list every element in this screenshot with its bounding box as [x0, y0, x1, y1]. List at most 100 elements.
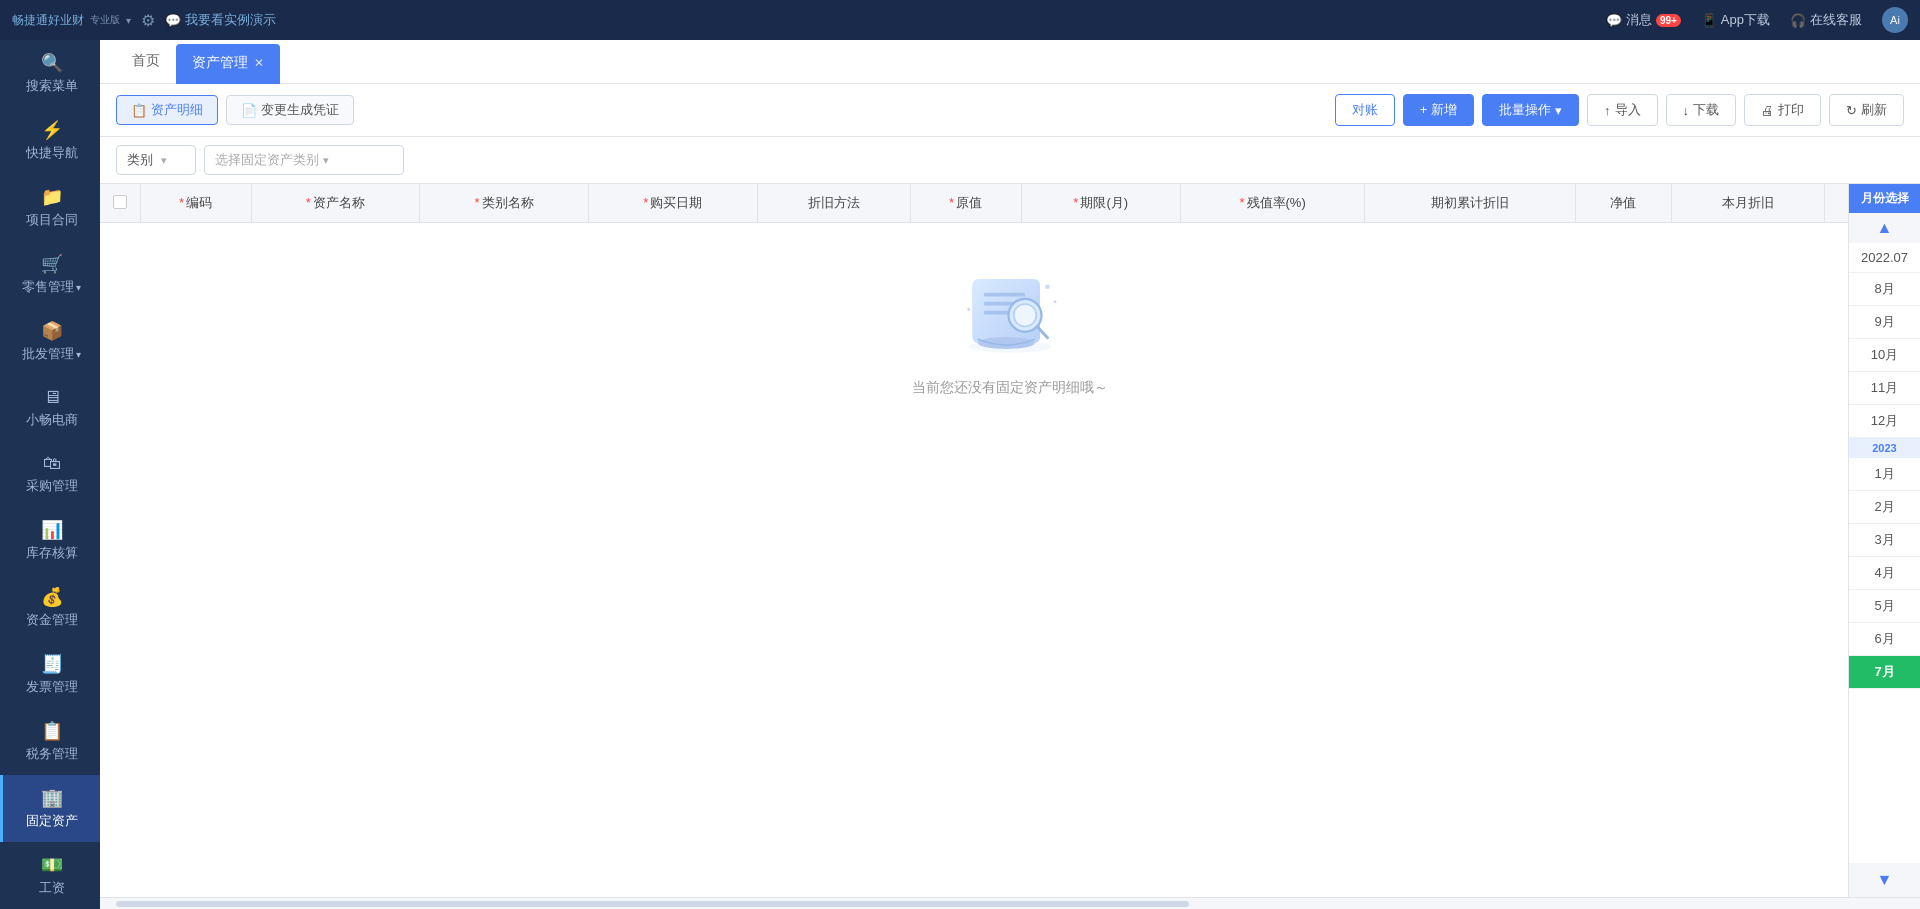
download-icon: ↓ [1683, 103, 1690, 118]
app-download-button[interactable]: 📱 App下载 [1701, 11, 1770, 29]
month-2023-tag: 2023 [1849, 438, 1920, 458]
horizontal-scrollbar[interactable] [100, 897, 1920, 909]
headset-icon: 🎧 [1790, 13, 1806, 28]
sidebar: 🔍 搜索菜单 ⚡ 快捷导航 📁 项目合同 🛒 零售管理 ▾ 📦 批发管理 ▾ [0, 40, 100, 909]
empty-state: 当前您还没有固定资产明细哦～ [100, 223, 1920, 437]
sidebar-label-search: 搜索菜单 [26, 77, 78, 95]
month-picker-year: 2022.07 [1849, 243, 1920, 273]
sub-tab-change-voucher-label: 变更生成凭证 [261, 101, 339, 119]
retail-icon: 🛒 [41, 253, 63, 275]
month-picker-panel: 月份选择 ▲ 2022.07 8月 9月 10月 11月 12月 2023 1月… [1848, 184, 1920, 897]
online-service-button[interactable]: 🎧 在线客服 [1790, 11, 1862, 29]
tab-home[interactable]: 首页 [116, 40, 176, 84]
sidebar-item-inventory[interactable]: 📊 库存核算 [0, 507, 100, 574]
month-item-2023-3[interactable]: 3月 [1849, 524, 1920, 557]
tab-asset-management[interactable]: 资产管理 ✕ [176, 44, 280, 84]
wholesale-icon: 📦 [41, 320, 63, 342]
messages-button[interactable]: 💬 消息 99+ [1606, 11, 1681, 29]
app-download-icon: 📱 [1701, 13, 1717, 28]
demo-icon: 💬 [165, 13, 181, 28]
messages-badge: 99+ [1656, 14, 1681, 27]
sidebar-item-ecommerce[interactable]: 🖥 小畅电商 [0, 375, 100, 441]
month-item-2023-7[interactable]: 7月 [1849, 656, 1920, 689]
sidebar-label-ecommerce: 小畅电商 [26, 411, 78, 429]
table-and-picker: *编码 *资产名称 *类别名称 *购买日期 折旧方法 *原值 *期限(月) *残… [100, 184, 1920, 897]
import-button[interactable]: ↑ 导入 [1587, 94, 1658, 126]
sidebar-item-search[interactable]: 🔍 搜索菜单 [0, 40, 100, 107]
batch-operations-button[interactable]: 批量操作 ▾ [1482, 94, 1579, 126]
purchase-icon: 🛍 [43, 453, 61, 474]
month-item-2023-4[interactable]: 4月 [1849, 557, 1920, 590]
sidebar-label-project: 项目合同 [26, 211, 78, 229]
tax-icon: 📋 [41, 720, 63, 742]
col-asset-name: *资产名称 [251, 184, 420, 223]
svg-point-12 [967, 308, 970, 311]
month-item-2023-1[interactable]: 1月 [1849, 458, 1920, 491]
asset-table: *编码 *资产名称 *类别名称 *购买日期 折旧方法 *原值 *期限(月) *残… [100, 184, 1920, 223]
sub-tab-asset-detail[interactable]: 📋 资产明细 [116, 95, 218, 125]
svg-rect-4 [984, 293, 1025, 297]
finance-icon: 💰 [41, 586, 63, 608]
refresh-button[interactable]: ↻ 刷新 [1829, 94, 1904, 126]
download-button[interactable]: ↓ 下载 [1666, 94, 1737, 126]
sidebar-item-quicknav[interactable]: ⚡ 快捷导航 [0, 107, 100, 174]
category-placeholder: 选择固定资产类别 [215, 151, 319, 169]
empty-illustration [950, 263, 1070, 363]
app-download-label: App下载 [1721, 11, 1770, 29]
main-layout: 🔍 搜索菜单 ⚡ 快捷导航 📁 项目合同 🛒 零售管理 ▾ 📦 批发管理 ▾ [0, 40, 1920, 909]
reconcile-button[interactable]: 对账 [1335, 94, 1395, 126]
sidebar-item-tax[interactable]: 📋 税务管理 [0, 708, 100, 775]
header-checkbox[interactable] [113, 195, 127, 209]
col-purchase-date: *购买日期 [588, 184, 757, 223]
sidebar-label-tax: 税务管理 [26, 745, 78, 763]
col-category: *类别名称 [420, 184, 589, 223]
settings-icon[interactable]: ⚙ [141, 11, 155, 30]
add-button[interactable]: + 新增 [1403, 94, 1474, 126]
sidebar-item-purchase[interactable]: 🛍 采购管理 [0, 441, 100, 507]
category-select-input[interactable]: 选择固定资产类别 ▾ [204, 145, 404, 175]
col-code: *编码 [140, 184, 251, 223]
sidebar-item-wholesale[interactable]: 📦 批发管理 ▾ [0, 308, 100, 375]
month-item-9[interactable]: 9月 [1849, 306, 1920, 339]
sidebar-item-retail[interactable]: 🛒 零售管理 ▾ [0, 241, 100, 308]
month-item-2023-6[interactable]: 6月 [1849, 623, 1920, 656]
month-item-2023-2[interactable]: 2月 [1849, 491, 1920, 524]
payroll-icon: 💵 [41, 854, 63, 876]
scrollbar-thumb[interactable] [116, 901, 1189, 907]
sidebar-item-fixed-assets[interactable]: 🏢 固定资产 [0, 775, 100, 842]
month-item-8[interactable]: 8月 [1849, 273, 1920, 306]
sidebar-label-wholesale: 批发管理 [22, 345, 74, 363]
page-content: 📋 资产明细 📄 变更生成凭证 对账 + 新增 批量操作 ▾ ↑ [100, 84, 1920, 909]
asset-detail-icon: 📋 [131, 103, 147, 118]
col-initial-depreciation: 期初累计折旧 [1365, 184, 1576, 223]
month-nav-bottom-wrap: ▼ [1849, 863, 1920, 897]
col-depreciation-method: 折旧方法 [757, 184, 910, 223]
sub-tab-change-voucher[interactable]: 📄 变更生成凭证 [226, 95, 354, 125]
category-type-label: 类别 [127, 151, 153, 169]
month-item-10[interactable]: 10月 [1849, 339, 1920, 372]
month-item-12[interactable]: 12月 [1849, 405, 1920, 438]
tab-close-icon[interactable]: ✕ [254, 56, 264, 70]
sub-tab-asset-detail-label: 资产明细 [151, 101, 203, 119]
category-type-select[interactable]: 类别 ▾ [116, 145, 196, 175]
sidebar-item-project[interactable]: 📁 项目合同 [0, 174, 100, 241]
company-dropdown-arrow: ▾ [126, 15, 131, 26]
sidebar-item-payroll[interactable]: 💵 工资 [0, 842, 100, 909]
month-nav-up-button[interactable]: ▲ [1871, 217, 1899, 239]
col-period: *期限(月) [1021, 184, 1180, 223]
avatar[interactable]: Ai [1882, 7, 1908, 33]
sidebar-item-finance[interactable]: 💰 资金管理 [0, 574, 100, 641]
col-net-value: 净值 [1576, 184, 1671, 223]
demo-button[interactable]: 💬 我要看实例演示 [165, 11, 276, 29]
print-button[interactable]: 🖨 打印 [1744, 94, 1821, 126]
batch-dropdown-icon: ▾ [1555, 103, 1562, 118]
month-nav-down-button[interactable]: ▼ [1871, 869, 1899, 891]
month-item-2023-5[interactable]: 5月 [1849, 590, 1920, 623]
sidebar-label-inventory: 库存核算 [26, 544, 78, 562]
month-item-11[interactable]: 11月 [1849, 372, 1920, 405]
batch-label: 批量操作 [1499, 101, 1551, 119]
company-selector[interactable]: 畅捷通好业财 专业版 ▾ [12, 12, 131, 29]
sidebar-item-invoice[interactable]: 🧾 发票管理 [0, 641, 100, 708]
print-icon: 🖨 [1761, 103, 1774, 118]
search-icon: 🔍 [41, 52, 63, 74]
